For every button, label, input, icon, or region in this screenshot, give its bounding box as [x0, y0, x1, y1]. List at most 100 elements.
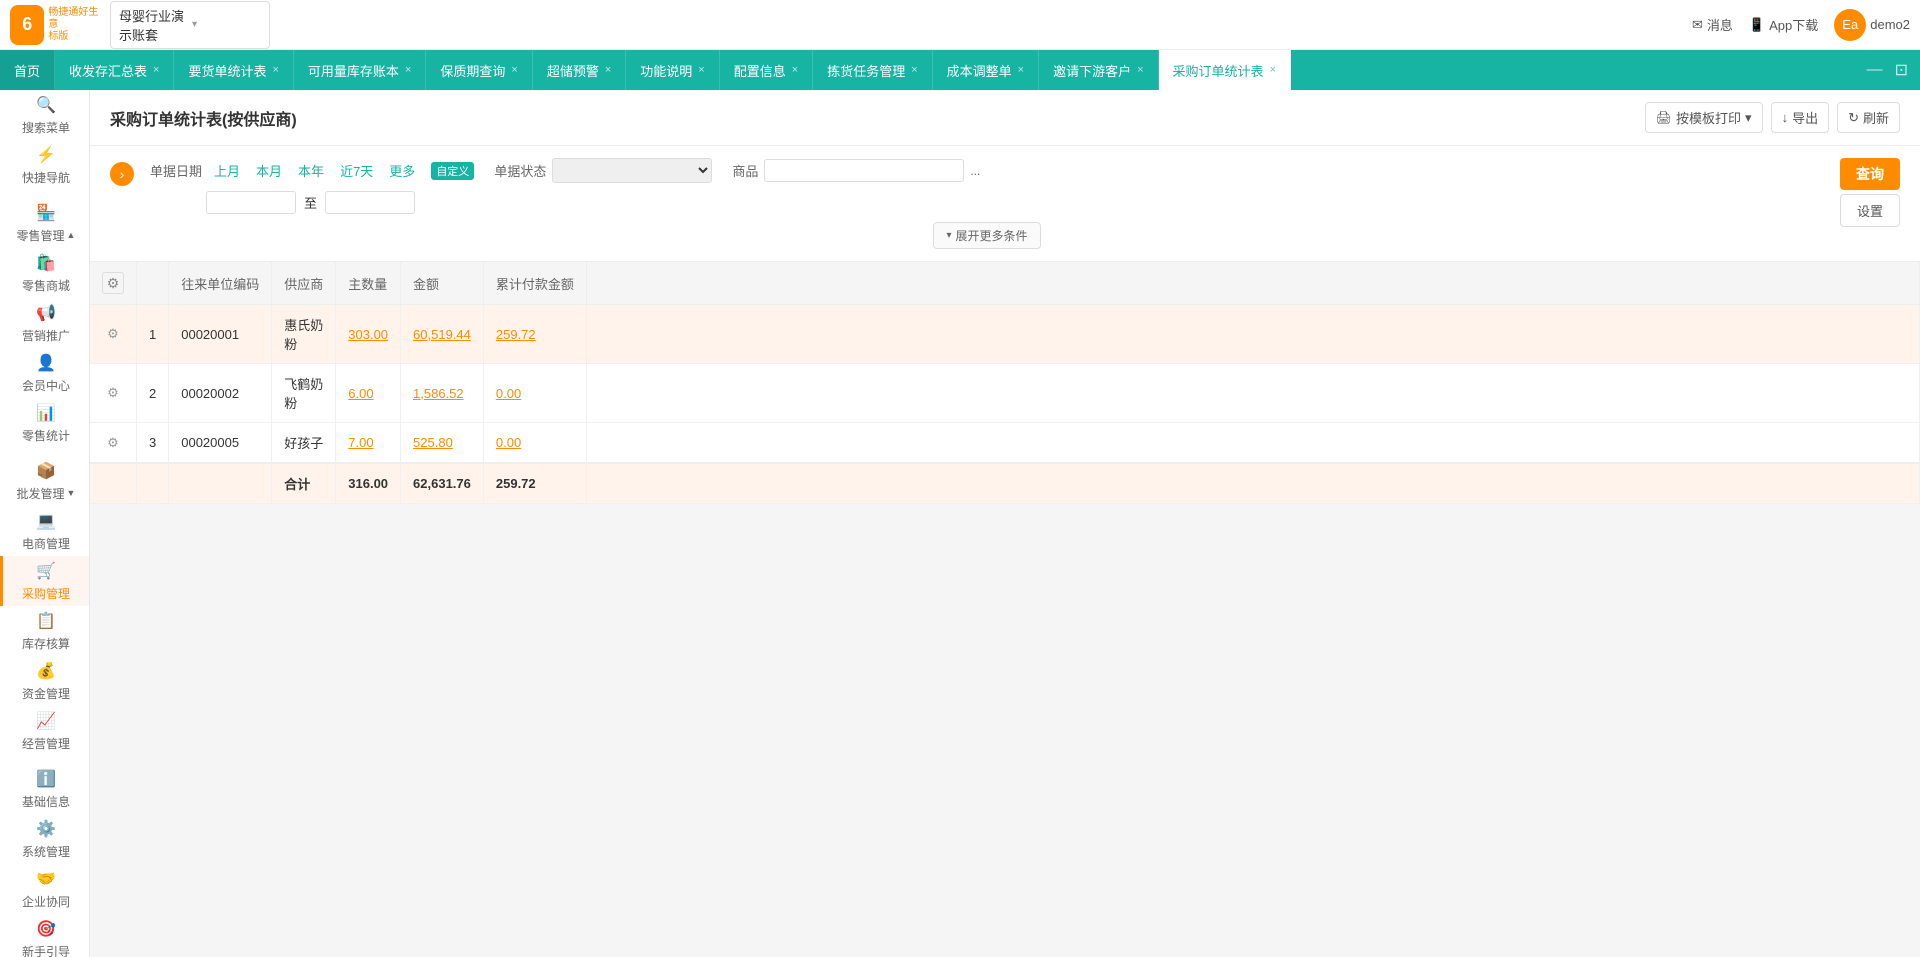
page-actions: 🖨 按模板打印 ▾ ↓ 导出 ↻ 刷新	[1645, 102, 1901, 133]
page-title: 采购订单统计表(按供应商)	[110, 106, 297, 130]
message-button[interactable]: ✉ 消息	[1692, 15, 1733, 34]
query-btn-group: 查询 设置	[1840, 158, 1900, 227]
row-settings[interactable]: ⚙	[90, 364, 137, 423]
chevron-down-icon: ▾	[192, 19, 261, 30]
sidebar-item-ecommerce[interactable]: 💻 电商管理	[0, 506, 89, 556]
date-more[interactable]: 更多	[383, 159, 421, 182]
sidebar-item-search[interactable]: 🔍 搜索菜单	[0, 90, 89, 140]
nav-tab-actions: — ⊡	[1863, 56, 1920, 84]
ecommerce-icon: 💻	[36, 511, 56, 531]
date-this-year[interactable]: 本年	[292, 159, 330, 182]
sidebar-item-basic-info[interactable]: ℹ️ 基础信息	[0, 764, 89, 814]
col-paid-amount-header: 累计付款金额	[483, 262, 586, 305]
date-to-input[interactable]: 2023-12-31	[325, 191, 415, 214]
sidebar-item-quick-nav[interactable]: ⚡ 快捷导航	[0, 140, 89, 190]
col-extra-header	[586, 262, 1919, 305]
footer-amount: 62,631.76	[401, 463, 484, 504]
tab-cost-adjust[interactable]: 成本调整单 ×	[933, 50, 1039, 90]
close-icon[interactable]: ×	[153, 64, 159, 76]
sidebar-item-system[interactable]: ⚙️ 系统管理	[0, 814, 89, 864]
sidebar-item-finance[interactable]: 💰 资金管理	[0, 656, 89, 706]
date-7days[interactable]: 近7天	[334, 159, 379, 182]
row-paid-amount: 259.72	[483, 305, 586, 364]
tab-function-desc[interactable]: 功能说明 ×	[626, 50, 719, 90]
sidebar-item-purchase[interactable]: 🛒 采购管理	[0, 556, 89, 606]
sidebar-item-retail-stats[interactable]: 📊 零售统计	[0, 398, 89, 448]
filter-area: › 单据日期 上月 本月 本年 近7天 更多	[90, 146, 1920, 262]
table-container: ⚙ 往来单位编码 供应商 主数量 金额 累计付款金额 ⚙ 1 00020001 …	[90, 262, 1920, 504]
tab-expiry[interactable]: 保质期查询 ×	[426, 50, 532, 90]
date-this-month[interactable]: 本月	[250, 159, 288, 182]
footer-main-qty: 316.00	[336, 463, 401, 504]
export-button[interactable]: ↓ 导出	[1771, 102, 1830, 133]
row-paid-amount: 0.00	[483, 364, 586, 423]
finance-icon: 💰	[36, 661, 56, 681]
sidebar-item-member[interactable]: 👤 会员中心	[0, 348, 89, 398]
product-input[interactable]	[764, 159, 964, 182]
more-options-button[interactable]: ...	[970, 164, 980, 178]
tab-purchase-stats[interactable]: 采购订单统计表 ×	[1159, 50, 1291, 90]
close-icon[interactable]: ×	[792, 64, 798, 76]
refresh-button[interactable]: ↻ 刷新	[1837, 102, 1900, 133]
gear-icon: ⚙️	[36, 819, 56, 839]
close-icon[interactable]: ×	[605, 64, 611, 76]
tab-available-stock[interactable]: 可用量库存账本 ×	[294, 50, 426, 90]
sidebar-item-marketing[interactable]: 📢 营销推广	[0, 298, 89, 348]
page-content: 采购订单统计表(按供应商) 🖨 按模板打印 ▾ ↓ 导出 ↻ 刷新	[90, 90, 1920, 957]
top-bar: 6 畅捷通好生意 标版 母婴行业演示账套 ▾ ✉ 消息 📱 App下载 Ea d…	[0, 0, 1920, 50]
tab-invite-customer[interactable]: 邀请下游客户 ×	[1039, 50, 1158, 90]
status-select[interactable]	[552, 158, 712, 183]
close-icon[interactable]: ×	[511, 64, 517, 76]
workspace-selector[interactable]: 母婴行业演示账套 ▾	[110, 1, 270, 49]
stats-icon: 📊	[36, 403, 56, 423]
date-filter: 单据日期 上月 本月 本年 近7天 更多 自定义	[150, 159, 474, 182]
footer-label: 合计	[272, 463, 336, 504]
user-menu[interactable]: Ea demo2	[1834, 9, 1910, 41]
settings-button[interactable]: 设置	[1840, 194, 1900, 227]
date-from-input[interactable]: 2016-01-01	[206, 191, 296, 214]
row-settings[interactable]: ⚙	[90, 423, 137, 464]
cart-icon: 🛒	[36, 561, 56, 581]
expand-more-button[interactable]: ▾ 展开更多条件	[933, 222, 1040, 249]
sidebar-item-inventory[interactable]: 📋 库存核算	[0, 606, 89, 656]
tab-pick-task[interactable]: 拣货任务管理 ×	[813, 50, 932, 90]
date-last-month[interactable]: 上月	[208, 159, 246, 182]
tab-home[interactable]: 首页	[0, 50, 55, 90]
tab-config[interactable]: 配置信息 ×	[720, 50, 813, 90]
sidebar-item-retail-mgmt[interactable]: 🏪 零售管理 ▲	[0, 198, 89, 248]
tab-order-stats[interactable]: 要货单统计表 ×	[174, 50, 293, 90]
sidebar-item-guide[interactable]: 🎯 新手引导	[0, 914, 89, 957]
sidebar-item-collab[interactable]: 🤝 企业协同	[0, 864, 89, 914]
col-supplier-header: 供应商	[272, 262, 336, 305]
column-settings-icon[interactable]: ⚙	[102, 272, 124, 294]
sidebar-item-operations[interactable]: 📈 经营管理	[0, 706, 89, 756]
tab-receive-summary[interactable]: 收发存汇总表 ×	[55, 50, 174, 90]
sidebar-item-wholesale[interactable]: 📦 批发管理 ▼	[0, 456, 89, 506]
template-print-button[interactable]: 🖨 按模板打印 ▾	[1645, 102, 1763, 133]
avatar: Ea	[1834, 9, 1866, 41]
col-amount-header: 金额	[401, 262, 484, 305]
app-download-button[interactable]: 📱 App下载	[1749, 15, 1818, 34]
row-unit-code: 00020001	[169, 305, 272, 364]
logo-area: 6 畅捷通好生意 标版	[10, 5, 100, 45]
minimize-icon[interactable]: —	[1863, 57, 1887, 83]
close-icon[interactable]: ×	[272, 64, 278, 76]
sidebar-item-retail-mall[interactable]: 🛍️ 零售商城	[0, 248, 89, 298]
chevron-down-icon: ▾	[946, 230, 951, 241]
table-row: ⚙ 1 00020001 惠氏奶粉 303.00 60,519.44 259.7…	[90, 305, 1920, 364]
close-icon[interactable]: ×	[911, 64, 917, 76]
filter-toggle[interactable]: ›	[110, 162, 134, 186]
tab-overstock[interactable]: 超储预警 ×	[533, 50, 626, 90]
close-icon[interactable]: ×	[698, 64, 704, 76]
close-icon[interactable]: ×	[405, 64, 411, 76]
row-amount: 1,586.52	[401, 364, 484, 423]
table-row: ⚙ 2 00020002 飞鹤奶粉 6.00 1,586.52 0.00	[90, 364, 1920, 423]
close-icon[interactable]: ×	[1018, 64, 1024, 76]
maximize-icon[interactable]: ⊡	[1891, 56, 1912, 84]
close-icon[interactable]: ×	[1137, 64, 1143, 76]
query-button[interactable]: 查询	[1840, 158, 1900, 190]
close-icon[interactable]: ×	[1270, 64, 1276, 76]
sidebar: 🔍 搜索菜单 ⚡ 快捷导航 🏪 零售管理 ▲ 🛍️ 零售商城 📢 营销推广 👤 …	[0, 90, 90, 957]
row-settings[interactable]: ⚙	[90, 305, 137, 364]
table-row: ⚙ 3 00020005 好孩子 7.00 525.80 0.00	[90, 423, 1920, 464]
